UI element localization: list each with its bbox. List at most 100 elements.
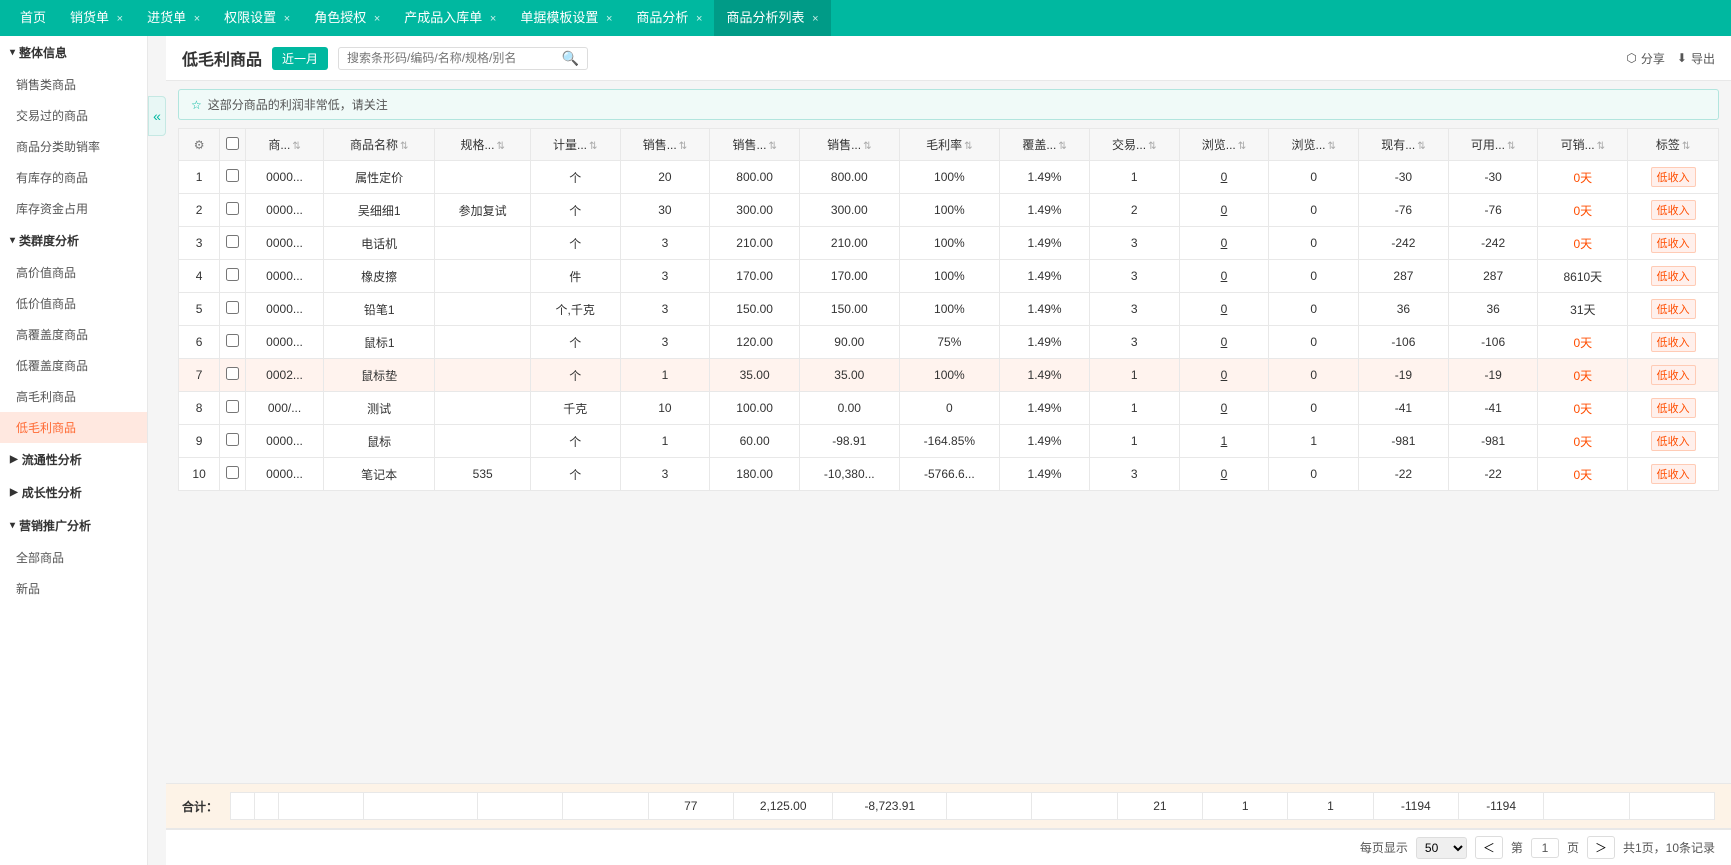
browse1-link[interactable]: 1 bbox=[1221, 434, 1228, 448]
row-checkbox[interactable] bbox=[226, 466, 239, 479]
sort-icon[interactable]: ⇅ bbox=[768, 141, 776, 152]
sidebar-group-cluster[interactable]: ▾ 类群度分析 bbox=[0, 224, 147, 257]
sort-icon[interactable]: ⇅ bbox=[1328, 141, 1336, 152]
row-checkbox[interactable] bbox=[226, 400, 239, 413]
col-sales-amount[interactable]: 销售...⇅ bbox=[800, 129, 900, 161]
row-checkbox-cell[interactable] bbox=[220, 194, 246, 227]
sidebar-item-high-coverage[interactable]: 高覆盖度商品 bbox=[0, 319, 147, 350]
row-checkbox-cell[interactable] bbox=[220, 293, 246, 326]
row-checkbox[interactable] bbox=[226, 235, 239, 248]
sort-icon[interactable]: ⇅ bbox=[1682, 141, 1690, 152]
sidebar-item-stock-products[interactable]: 有库存的商品 bbox=[0, 162, 147, 193]
sidebar-item-low-coverage[interactable]: 低覆盖度商品 bbox=[0, 350, 147, 381]
nav-item-products[interactable]: 产成品入库单 × bbox=[392, 0, 508, 36]
nav-item-sales[interactable]: 销货单 × bbox=[58, 0, 135, 36]
sidebar-item-sales-products[interactable]: 销售类商品 bbox=[0, 69, 147, 100]
col-settings[interactable]: ⚙ bbox=[179, 129, 220, 161]
sidebar-item-traded-products[interactable]: 交易过的商品 bbox=[0, 100, 147, 131]
col-unit[interactable]: 计量...⇅ bbox=[530, 129, 620, 161]
row-checkbox-cell[interactable] bbox=[220, 326, 246, 359]
sort-icon[interactable]: ⇅ bbox=[863, 141, 871, 152]
browse1-link[interactable]: 0 bbox=[1221, 335, 1228, 349]
nav-item-home[interactable]: 首页 bbox=[8, 0, 58, 36]
sidebar-group-growth[interactable]: ▶ 成长性分析 bbox=[0, 476, 147, 509]
sidebar-item-category-rate[interactable]: 商品分类助销率 bbox=[0, 131, 147, 162]
close-icon[interactable]: × bbox=[606, 13, 612, 25]
col-sales-price[interactable]: 销售...⇅ bbox=[710, 129, 800, 161]
sort-icon[interactable]: ⇅ bbox=[1597, 141, 1605, 152]
close-icon[interactable]: × bbox=[812, 13, 818, 25]
nav-item-roles[interactable]: 角色授权 × bbox=[302, 0, 392, 36]
sidebar-group-flow[interactable]: ▶ 流通性分析 bbox=[0, 443, 147, 476]
settings-icon[interactable]: ⚙ bbox=[194, 138, 205, 152]
row-checkbox-cell[interactable] bbox=[220, 392, 246, 425]
sidebar-item-low-margin[interactable]: 低毛利商品 bbox=[0, 412, 147, 443]
nav-item-template[interactable]: 单据模板设置 × bbox=[508, 0, 624, 36]
search-icon[interactable]: 🔍 bbox=[562, 50, 579, 67]
col-browse2[interactable]: 浏览...⇅ bbox=[1269, 129, 1359, 161]
browse1-link[interactable]: 0 bbox=[1221, 203, 1228, 217]
row-checkbox-cell[interactable] bbox=[220, 359, 246, 392]
col-browse1[interactable]: 浏览...⇅ bbox=[1179, 129, 1269, 161]
sort-icon[interactable]: ⇅ bbox=[292, 141, 300, 152]
browse1-link[interactable]: 0 bbox=[1221, 467, 1228, 481]
sidebar-item-high-value[interactable]: 高价值商品 bbox=[0, 257, 147, 288]
close-icon[interactable]: × bbox=[117, 13, 123, 25]
share-button[interactable]: ⬡ 分享 bbox=[1626, 50, 1665, 67]
row-checkbox[interactable] bbox=[226, 334, 239, 347]
col-saleable[interactable]: 可销...⇅ bbox=[1538, 129, 1628, 161]
sidebar-item-new-products[interactable]: 新品 bbox=[0, 573, 147, 604]
sort-icon[interactable]: ⇅ bbox=[1238, 141, 1246, 152]
col-name[interactable]: 商品名称⇅ bbox=[323, 129, 435, 161]
col-checkbox[interactable] bbox=[220, 129, 246, 161]
row-checkbox[interactable] bbox=[226, 433, 239, 446]
col-tag[interactable]: 标签⇅ bbox=[1628, 129, 1719, 161]
row-checkbox[interactable] bbox=[226, 169, 239, 182]
row-checkbox-cell[interactable] bbox=[220, 425, 246, 458]
sort-icon[interactable]: ⇅ bbox=[679, 141, 687, 152]
nav-item-analysis-list[interactable]: 商品分析列表 × bbox=[714, 0, 830, 36]
sidebar-group-overall[interactable]: ▾ 整体信息 bbox=[0, 36, 147, 69]
sidebar-item-high-margin[interactable]: 高毛利商品 bbox=[0, 381, 147, 412]
sidebar-item-low-value[interactable]: 低价值商品 bbox=[0, 288, 147, 319]
browse1-link[interactable]: 0 bbox=[1221, 236, 1228, 250]
close-icon[interactable]: × bbox=[696, 13, 702, 25]
browse1-link[interactable]: 0 bbox=[1221, 368, 1228, 382]
sidebar-group-marketing[interactable]: ▾ 营销推广分析 bbox=[0, 509, 147, 542]
filter-recent-month[interactable]: 近一月 bbox=[272, 47, 328, 70]
next-page-button[interactable]: ＞ bbox=[1587, 836, 1615, 859]
row-checkbox[interactable] bbox=[226, 268, 239, 281]
sort-icon[interactable]: ⇅ bbox=[496, 141, 504, 152]
row-checkbox[interactable] bbox=[226, 367, 239, 380]
nav-item-purchase[interactable]: 进货单 × bbox=[135, 0, 212, 36]
sort-icon[interactable]: ⇅ bbox=[1417, 141, 1425, 152]
col-code[interactable]: 商...⇅ bbox=[246, 129, 324, 161]
col-current-stock[interactable]: 现有...⇅ bbox=[1359, 129, 1449, 161]
close-icon[interactable]: × bbox=[284, 13, 290, 25]
sort-icon[interactable]: ⇅ bbox=[964, 141, 972, 152]
row-checkbox[interactable] bbox=[226, 202, 239, 215]
row-checkbox-cell[interactable] bbox=[220, 458, 246, 491]
row-checkbox-cell[interactable] bbox=[220, 260, 246, 293]
col-gross-margin[interactable]: 毛利率⇅ bbox=[899, 129, 1000, 161]
sort-icon[interactable]: ⇅ bbox=[1148, 141, 1156, 152]
browse1-link[interactable]: 0 bbox=[1221, 269, 1228, 283]
browse1-link[interactable]: 0 bbox=[1221, 302, 1228, 316]
nav-item-analysis[interactable]: 商品分析 × bbox=[624, 0, 714, 36]
row-checkbox[interactable] bbox=[226, 301, 239, 314]
col-spec[interactable]: 规格...⇅ bbox=[435, 129, 530, 161]
row-checkbox-cell[interactable] bbox=[220, 161, 246, 194]
sidebar-item-all-products[interactable]: 全部商品 bbox=[0, 542, 147, 573]
prev-page-button[interactable]: ＜ bbox=[1475, 836, 1503, 859]
sort-icon[interactable]: ⇅ bbox=[400, 141, 408, 152]
nav-item-permissions[interactable]: 权限设置 × bbox=[212, 0, 302, 36]
sort-icon[interactable]: ⇅ bbox=[1058, 141, 1066, 152]
sidebar-item-stock-capital[interactable]: 库存资金占用 bbox=[0, 193, 147, 224]
sort-icon[interactable]: ⇅ bbox=[1507, 141, 1515, 152]
export-button[interactable]: ⬇ 导出 bbox=[1677, 50, 1715, 67]
col-trade[interactable]: 交易...⇅ bbox=[1089, 129, 1179, 161]
sort-icon[interactable]: ⇅ bbox=[589, 141, 597, 152]
close-icon[interactable]: × bbox=[194, 13, 200, 25]
search-input[interactable] bbox=[347, 51, 562, 65]
col-coverage[interactable]: 覆盖...⇅ bbox=[1000, 129, 1090, 161]
